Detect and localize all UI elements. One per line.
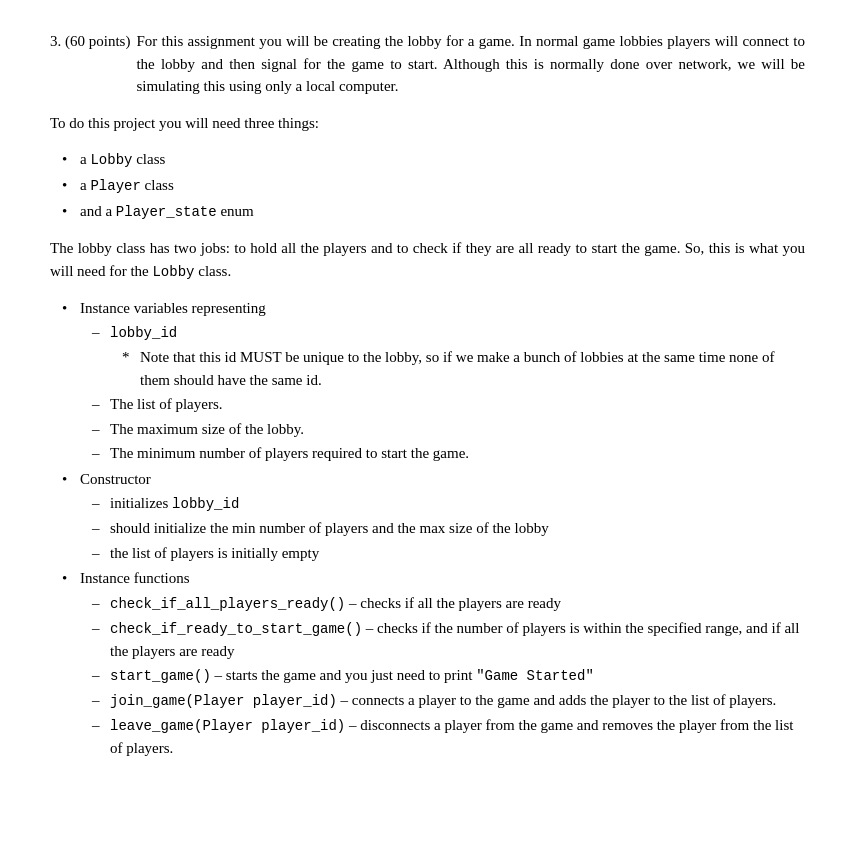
problem-header: 3. (60 points) For this assignment you w… — [50, 30, 805, 98]
max-size-item: The maximum size of the lobby. — [110, 418, 805, 441]
constructor-list: initializes lobby_id should initialize t… — [80, 492, 805, 564]
game-started-string: "Game Started" — [476, 668, 594, 684]
constructor-item: Constructor initializes lobby_id should … — [80, 468, 805, 565]
list-item-player-state: and a Player_state enum — [80, 200, 805, 223]
list-item-player: a Player class — [80, 174, 805, 197]
check-ready-start-item: check_if_ready_to_start_game() – checks … — [110, 617, 805, 663]
leave-game-code: leave_game(Player player_id) — [110, 718, 345, 734]
problem-container: 3. (60 points) For this assignment you w… — [50, 30, 805, 760]
start-game-code: start_game() — [110, 668, 211, 684]
requirements-list: Instance variables representing lobby_id… — [50, 297, 805, 760]
list-item-lobby: a Lobby class — [80, 148, 805, 171]
join-game-item: join_game(Player player_id) – connects a… — [110, 689, 805, 712]
lobby-id-note: Note that this id MUST be unique to the … — [140, 346, 805, 391]
init-lobby-id-code: lobby_id — [172, 496, 239, 512]
check-ready-start-code: check_if_ready_to_start_game() — [110, 621, 362, 637]
lobby-ref-code: Lobby — [152, 264, 194, 280]
init-lobby-id-item: initializes lobby_id — [110, 492, 805, 515]
init-players-empty-item: the list of players is initially empty — [110, 542, 805, 565]
lobby-id-code: lobby_id — [110, 325, 177, 341]
start-game-item: start_game() – starts the game and you j… — [110, 664, 805, 687]
init-min-max-item: should initialize the min number of play… — [110, 517, 805, 540]
min-players-item: The minimum number of players required t… — [110, 442, 805, 465]
player-code: Player — [90, 178, 140, 194]
three-things-list: a Lobby class a Player class and a Playe… — [50, 148, 805, 223]
lobby-code: Lobby — [90, 152, 132, 168]
players-list-item: The list of players. — [110, 393, 805, 416]
lobby-id-item: lobby_id Note that this id MUST be uniqu… — [110, 321, 805, 391]
leave-game-item: leave_game(Player player_id) – disconnec… — [110, 714, 805, 760]
instance-variables-list: lobby_id Note that this id MUST be uniqu… — [80, 321, 805, 465]
instance-functions-item: Instance functions check_if_all_players_… — [80, 567, 805, 760]
lobby-description: The lobby class has two jobs: to hold al… — [50, 237, 805, 283]
check-all-ready-code: check_if_all_players_ready() — [110, 596, 345, 612]
problem-number: 3. (60 points) — [50, 30, 130, 53]
three-things-intro: To do this project you will need three t… — [50, 112, 805, 135]
lobby-id-note-list: Note that this id MUST be unique to the … — [110, 346, 805, 391]
check-all-ready-item: check_if_all_players_ready() – checks if… — [110, 592, 805, 615]
instance-functions-list: check_if_all_players_ready() – checks if… — [80, 592, 805, 760]
problem-intro: For this assignment you will be creating… — [136, 30, 805, 98]
join-game-code: join_game(Player player_id) — [110, 693, 337, 709]
player-state-code: Player_state — [116, 204, 217, 220]
instance-variables-item: Instance variables representing lobby_id… — [80, 297, 805, 465]
